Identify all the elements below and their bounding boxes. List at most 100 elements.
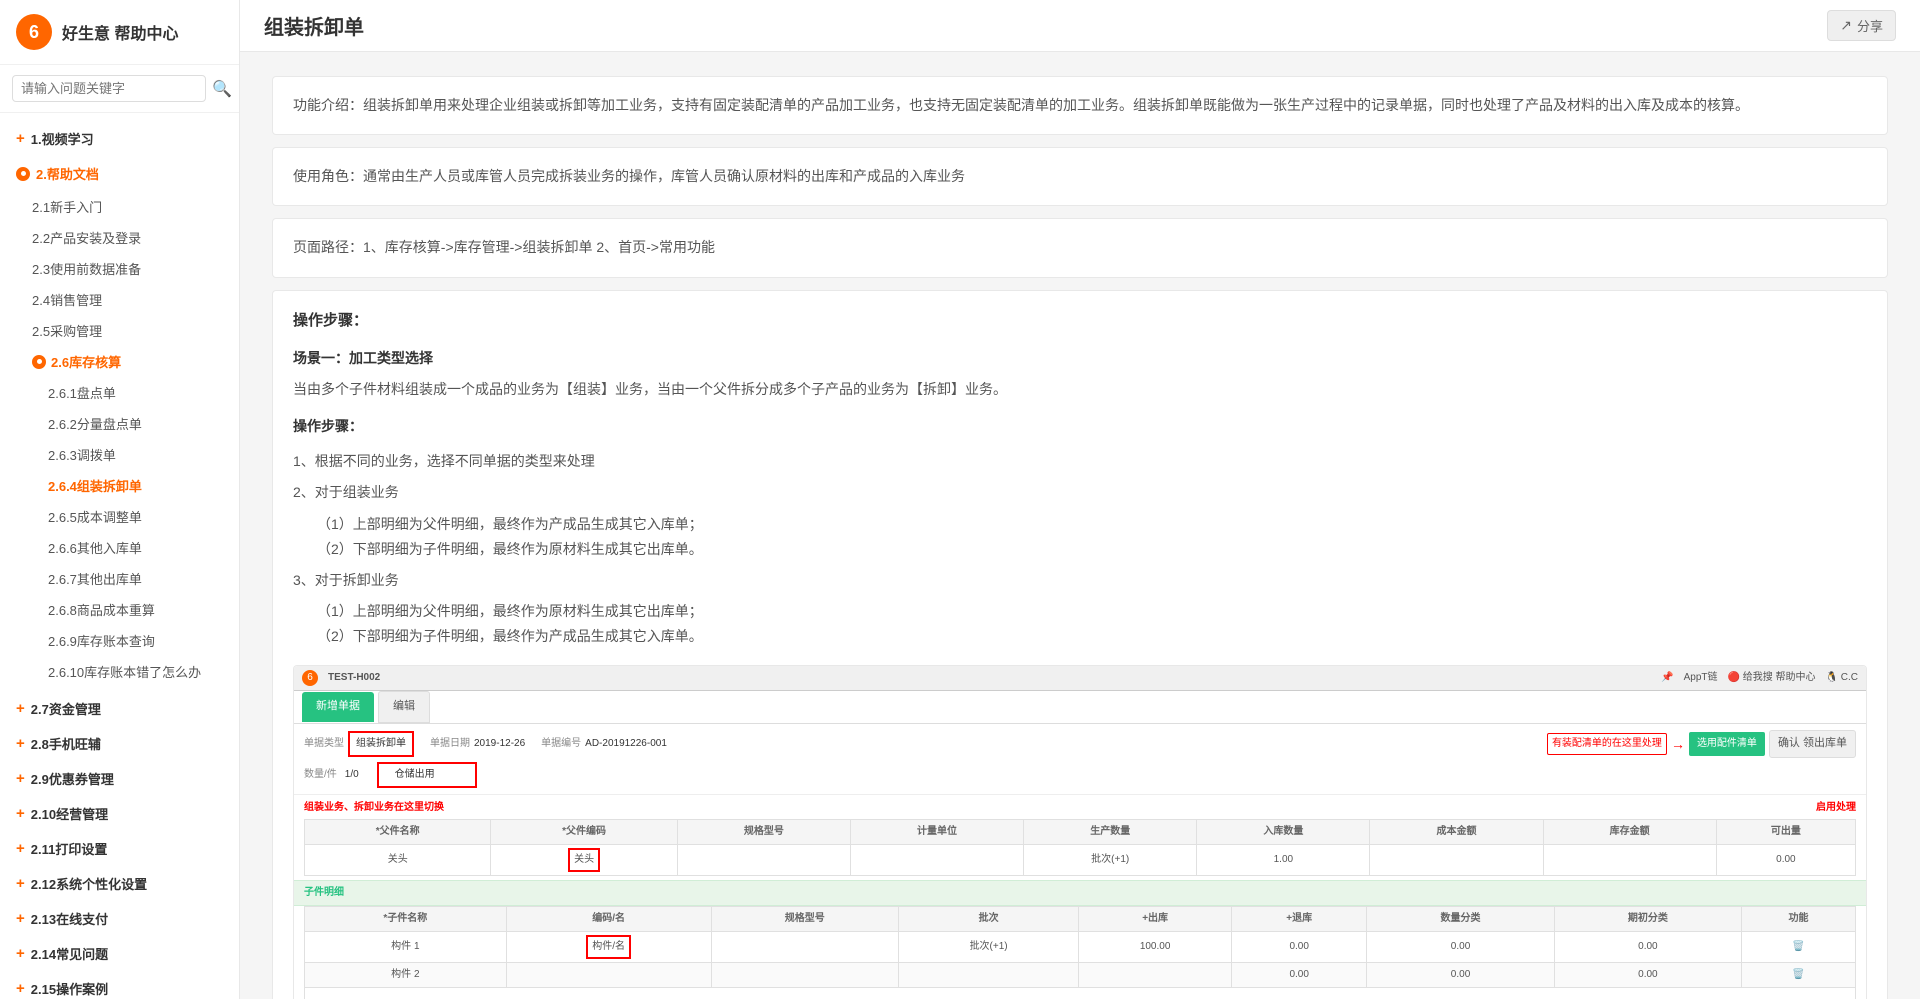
- step3: 3、对于拆卸业务: [293, 568, 1867, 593]
- nav-sub-item-transfer[interactable]: 2.6.3调拨单: [0, 439, 239, 470]
- steps-block: 1、根据不同的业务，选择不同单据的类型来处理 2、对于组装业务 （1）上部明细为…: [293, 449, 1867, 649]
- mock-bth-9: 功能: [1742, 907, 1856, 932]
- nav-sub-item-stock-ledger[interactable]: 2.6.9库存账本查询: [0, 625, 239, 656]
- logo-icon: 6: [16, 14, 52, 50]
- role-text: 使用角色：通常由生产人员或库管人员完成拆装业务的操作，库管人员确认原材料的出库和…: [293, 168, 965, 184]
- mock-bth-2: 编码/名: [506, 907, 711, 932]
- mock-qty-row: 数量/件 1/0 仓储出用: [304, 762, 1856, 788]
- mock-b2-out: [1079, 963, 1232, 988]
- mock-b1-init: 0.00: [1554, 932, 1741, 963]
- share-button[interactable]: ↗ 分享: [1827, 10, 1896, 41]
- mock-th-in-qty: 入库数量: [1197, 820, 1370, 845]
- active-section-icon: [16, 167, 30, 181]
- nav-sub-item-inventory[interactable]: 2.6库存核算: [0, 346, 239, 377]
- content-area: 功能介绍：组装拆卸单用来处理企业组装或拆卸等加工业务，支持有固定装配清单的产品加…: [240, 52, 1920, 999]
- mock-tab-edit[interactable]: 编辑: [378, 691, 430, 723]
- sidebar-item-online-pay[interactable]: + 2.13在线支付: [0, 901, 239, 936]
- mock-cell-stock: [1543, 845, 1716, 876]
- mock-bottom-row-2: 构件 2 0.00 0.00 0.00 🗑️: [305, 963, 1856, 988]
- app-name: 好生意 帮助中心: [62, 20, 178, 44]
- sidebar-item-print[interactable]: + 2.11打印设置: [0, 831, 239, 866]
- nav-sub-item-partial-count[interactable]: 2.6.2分量盘点单: [0, 408, 239, 439]
- mock-th-avail-qty: 可出量: [1716, 820, 1855, 845]
- nav-sub-item-purchase[interactable]: 2.5采购管理: [0, 315, 239, 346]
- mock-cell-unit: [850, 845, 1023, 876]
- search-icon[interactable]: 🔍: [212, 79, 232, 99]
- nav-sub-item-assembly[interactable]: 2.6.4组装拆卸单: [0, 470, 239, 501]
- mock-nav-row: 新增单据 编辑: [294, 691, 1866, 724]
- search-input[interactable]: [12, 75, 206, 102]
- mock-logo: 6: [302, 670, 318, 686]
- mock-other-btn[interactable]: 确认 领出库单: [1769, 730, 1856, 758]
- nav-sub-item-newbie[interactable]: 2.1新手入门: [0, 191, 239, 222]
- path-text: 页面路径：1、库存核算->库存管理->组装拆卸单 2、首页->常用功能: [293, 239, 715, 255]
- mock-b2-init: 0.00: [1554, 963, 1741, 988]
- annotation2-group: 组装业务、拆卸业务在这里切换: [304, 799, 444, 817]
- step2-sub2: （2）下部明细为子件明细，最终作为原材料生成其它出库单。: [317, 537, 1867, 562]
- mock-b2-spec: [711, 963, 898, 988]
- mock-batch-row: 单据编号 AD-20191226-001: [541, 735, 667, 753]
- nav-sub-item-ledger-fix[interactable]: 2.6.10库存账本错了怎么办: [0, 656, 239, 687]
- step3-sub2: （2）下部明细为子件明细，最终作为产成品生成其它入库单。: [317, 624, 1867, 649]
- annotation3-group: 启用处理: [1816, 799, 1856, 817]
- nav-sub-item-cost-recalc[interactable]: 2.6.8商品成本重算: [0, 594, 239, 625]
- mock-date-val: 2019-12-26: [474, 735, 525, 753]
- mock-b1-out: 100.00: [1079, 932, 1232, 963]
- mock-qty-label: 数量/件: [304, 766, 337, 784]
- nav-sub-item-stockcount[interactable]: 2.6.1盘点单: [0, 377, 239, 408]
- nav-sub-item-install[interactable]: 2.2产品安装及登录: [0, 222, 239, 253]
- ops-card: 操作步骤： 场景一：加工类型选择 当由多个子件材料组装成一个成品的业务为【组装】…: [272, 290, 1888, 999]
- annotation2-text: 组装业务、拆卸业务在这里切换: [304, 799, 444, 817]
- sidebar-item-docs[interactable]: 2.帮助文档: [0, 156, 239, 191]
- sidebar-item-system[interactable]: + 2.12系统个性化设置: [0, 866, 239, 901]
- mock-tab-new[interactable]: 新增单据: [302, 692, 374, 722]
- mock-th-stock-amt: 库存金额: [1543, 820, 1716, 845]
- nav-sub-item-other-out[interactable]: 2.6.7其他出库单: [0, 563, 239, 594]
- sidebar-item-coupon[interactable]: + 2.9优惠券管理: [0, 761, 239, 796]
- mock-b3-empty: [305, 988, 1856, 999]
- mock-feedback: 🔴 给我搜 帮助中心: [1728, 669, 1816, 687]
- mock-b1-return: 0.00: [1232, 932, 1367, 963]
- mock-bill-type-row: 单据类型 组装拆卸单: [304, 731, 414, 757]
- mock-cell-cost: [1370, 845, 1543, 876]
- mock-b2-code: [506, 963, 711, 988]
- sidebar-item-video[interactable]: + 1.视频学习: [0, 121, 239, 156]
- path-card: 页面路径：1、库存核算->库存管理->组装拆卸单 2、首页->常用功能: [272, 218, 1888, 277]
- mock-bottom-row-3: [305, 988, 1856, 999]
- mock-b1-action[interactable]: 🗑️: [1742, 932, 1856, 963]
- mock-bottom-table: *子件名称 编码/名 规格型号 批次 +出库 +退库 数量分类 期初分类 功能: [304, 906, 1856, 999]
- sidebar-item-finance[interactable]: + 2.7资金管理: [0, 691, 239, 726]
- nav-sub-item-other-in[interactable]: 2.6.6其他入库单: [0, 532, 239, 563]
- scene1-desc: 当由多个子件材料组装成一个成品的业务为【组装】业务，当由一个父件拆分成多个子产品…: [293, 377, 1867, 402]
- mock-bill-label: 单据类型: [304, 735, 344, 753]
- nav-list: + 1.视频学习 2.帮助文档 2.1新手入门 2.2产品安装及登录 2.3使用…: [0, 113, 239, 999]
- annotation1-text: 有装配清单的在这里处理: [1547, 733, 1667, 755]
- intro-text: 功能介绍：组装拆卸单用来处理企业组装或拆卸等加工业务，支持有固定装配清单的产品加…: [293, 97, 1749, 113]
- mock-b1-name: 构件 1: [305, 932, 507, 963]
- mock-select-parts-btn[interactable]: 选用配件清单: [1689, 732, 1765, 756]
- mock-bth-6: +退库: [1232, 907, 1367, 932]
- sidebar-item-cases[interactable]: + 2.15操作案例: [0, 971, 239, 999]
- nav-sub-item-data-prep[interactable]: 2.3使用前数据准备: [0, 253, 239, 284]
- mock-user: 🐧 C.C: [1826, 669, 1858, 687]
- sidebar-item-management[interactable]: + 2.10经营管理: [0, 796, 239, 831]
- nav-sub-item-cost-adjust[interactable]: 2.6.5成本调整单: [0, 501, 239, 532]
- mock-b1-batch: 批次(+1): [898, 932, 1078, 963]
- mock-b2-return: 0.00: [1232, 963, 1367, 988]
- mock-header-fields: 单据类型 组装拆卸单 单据日期 2019-12-26 单据编号 AD-20191…: [294, 724, 1866, 795]
- mock-batch-val: AD-20191226-001: [585, 735, 667, 753]
- mock-th-parent-code: *父件编码: [491, 820, 677, 845]
- sidebar-item-mobile[interactable]: + 2.8手机旺辅: [0, 726, 239, 761]
- sidebar-item-faq[interactable]: + 2.14常见问题: [0, 936, 239, 971]
- mock-bth-7: 数量分类: [1367, 907, 1554, 932]
- mock-top-table-area: *父件名称 *父件编码 规格型号 计量单位 生产数量 入库数量 成本金额 库存金…: [294, 819, 1866, 880]
- mock-bill-type-highlighted[interactable]: 组装拆卸单: [348, 731, 414, 757]
- nav-sub-item-sales[interactable]: 2.4销售管理: [0, 284, 239, 315]
- sidebar: 6 好生意 帮助中心 🔍 + 1.视频学习 2.帮助文档 2.1新手入门 2.2…: [0, 0, 240, 999]
- main-area: 组装拆卸单 ↗ 分享 功能介绍：组装拆卸单用来处理企业组装或拆卸等加工业务，支持…: [240, 0, 1920, 999]
- mock-section-annotation: 组装业务、拆卸业务在这里切换 启用处理: [294, 795, 1866, 819]
- mock-warehouse-input[interactable]: 仓储出用: [377, 762, 477, 788]
- mock-b2-action[interactable]: 🗑️: [1742, 963, 1856, 988]
- top-bar: 组装拆卸单 ↗ 分享: [240, 0, 1920, 52]
- sidebar-header: 6 好生意 帮助中心: [0, 0, 239, 65]
